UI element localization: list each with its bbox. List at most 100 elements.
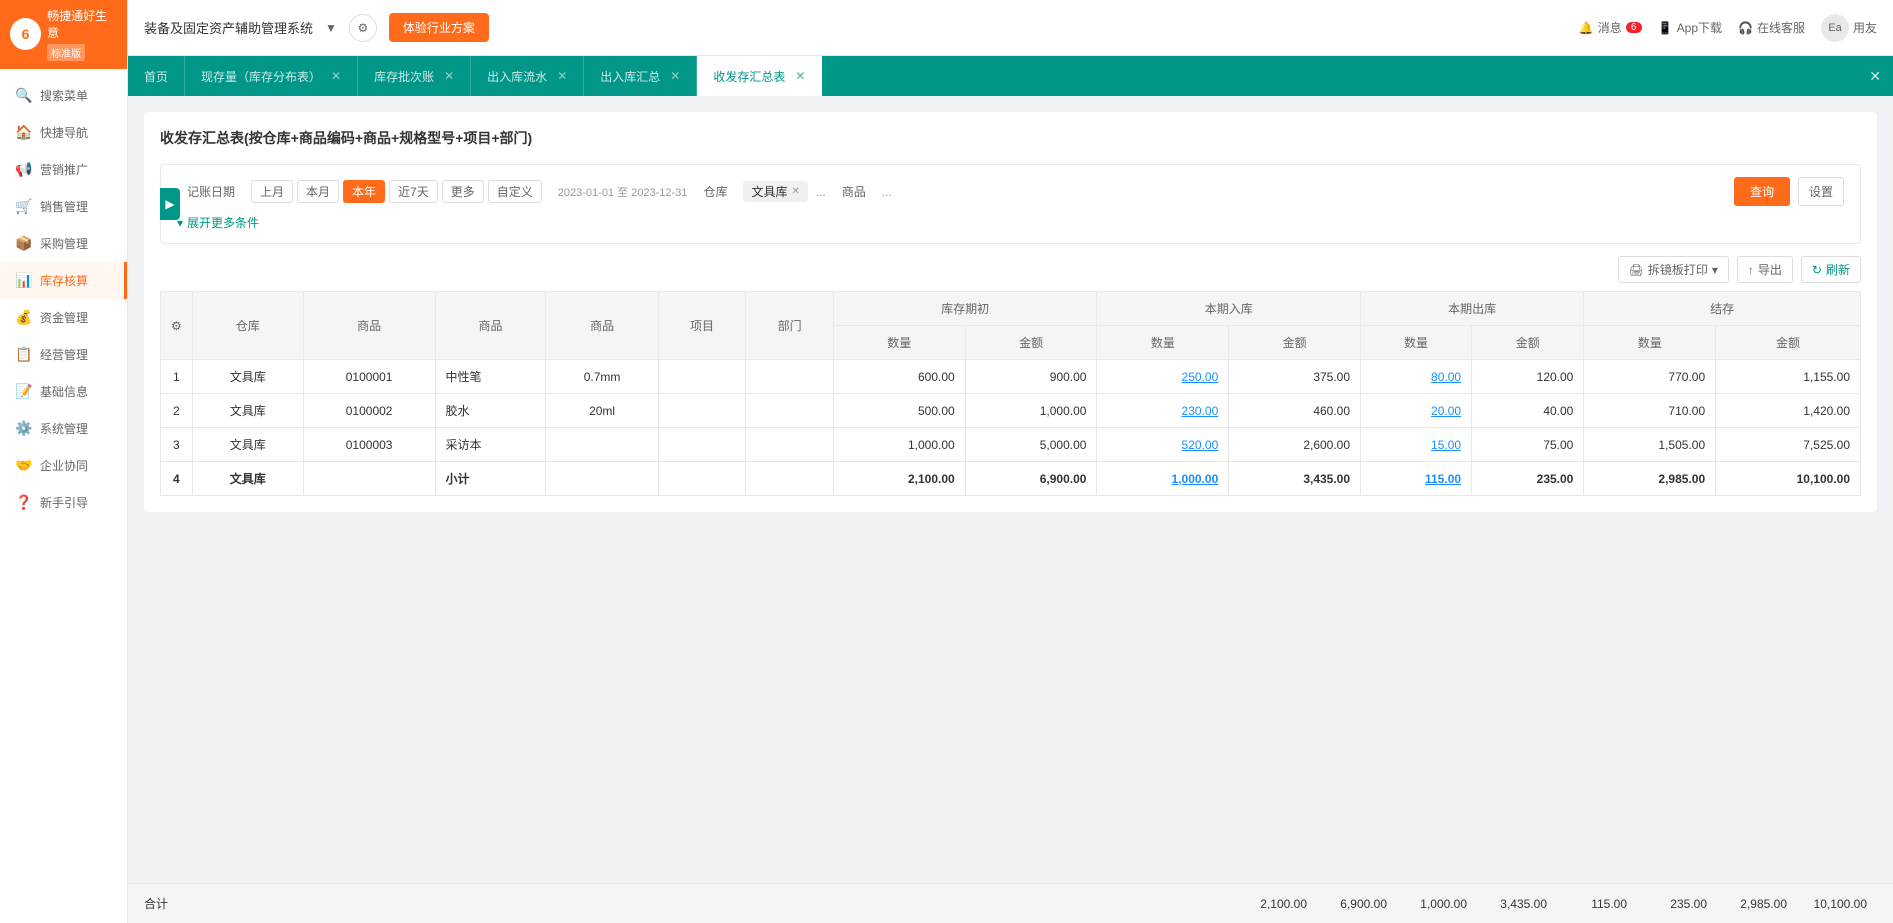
tab-receive-summary[interactable]: 收发存汇总表 ✕ bbox=[697, 56, 822, 96]
document-icon: 📝 bbox=[16, 383, 32, 399]
tab-home[interactable]: 首页 bbox=[128, 56, 185, 96]
row-bal-qty: 770.00 bbox=[1584, 360, 1716, 394]
row-out-qty[interactable]: 20.00 bbox=[1361, 394, 1472, 428]
print-btn[interactable]: 🖨 拆镜板打印 ▾ bbox=[1618, 256, 1729, 283]
total-bal-amt: 10,100.00 bbox=[1797, 897, 1877, 911]
table-row: 2 文具库 0100002 胶水 20ml 500.00 1,000.00 23… bbox=[161, 394, 1861, 428]
experience-button[interactable]: 体验行业方案 bbox=[389, 13, 489, 42]
megaphone-icon: 📢 bbox=[16, 161, 32, 177]
col-group-out: 本期出库 bbox=[1361, 292, 1584, 326]
tab-close-receive-summary[interactable]: ✕ bbox=[795, 69, 805, 83]
row-no: 3 bbox=[161, 428, 193, 462]
tab-close-inout-summary[interactable]: ✕ bbox=[670, 69, 680, 83]
subtotal-warehouse: 文具库 bbox=[192, 462, 303, 496]
sidebar-item-marketing[interactable]: 📢 营销推广 bbox=[0, 151, 127, 188]
total-bar: 合计 2,100.00 6,900.00 1,000.00 3,435.00 1… bbox=[128, 883, 1893, 923]
total-bal-qty: 2,985.00 bbox=[1717, 897, 1797, 911]
col-goods-spec-header: 商品 bbox=[546, 292, 658, 360]
chart-icon: 📊 bbox=[16, 272, 32, 288]
sidebar-item-label: 快捷导航 bbox=[40, 124, 88, 141]
col-dept-header: 部门 bbox=[746, 292, 834, 360]
subtotal-in-qty[interactable]: 1,000.00 bbox=[1097, 462, 1229, 496]
online-service-action[interactable]: 🎧 在线客服 bbox=[1738, 19, 1805, 36]
row-out-amt: 75.00 bbox=[1472, 428, 1584, 462]
warehouse-more[interactable]: ... bbox=[816, 185, 826, 199]
filter-toggle-button[interactable]: ▶ bbox=[160, 188, 180, 220]
sidebar-item-operations[interactable]: 📋 经营管理 bbox=[0, 336, 127, 373]
tab-close-inventory-dist[interactable]: ✕ bbox=[331, 69, 341, 83]
row-out-qty[interactable]: 15.00 bbox=[1361, 428, 1472, 462]
tab-inout-flow[interactable]: 出入库流水 ✕ bbox=[471, 56, 584, 96]
warehouse-tag[interactable]: 文具库 ✕ bbox=[743, 181, 807, 202]
row-warehouse: 文具库 bbox=[192, 394, 303, 428]
tab-close-batch-account[interactable]: ✕ bbox=[444, 69, 454, 83]
logo-title: 畅捷通好生意 bbox=[47, 8, 117, 42]
sidebar-item-basic-info[interactable]: 📝 基础信息 bbox=[0, 373, 127, 410]
sidebar-item-inventory[interactable]: 📊 库存核算 bbox=[0, 262, 127, 299]
sidebar-item-finance[interactable]: 💰 资金管理 bbox=[0, 299, 127, 336]
sidebar-item-label: 新手引导 bbox=[40, 494, 88, 511]
row-in-qty[interactable]: 520.00 bbox=[1097, 428, 1229, 462]
sidebar-item-label: 系统管理 bbox=[40, 420, 88, 437]
date-btn-more[interactable]: 更多 bbox=[442, 180, 484, 203]
sidebar-item-sales[interactable]: 🛒 销售管理 bbox=[0, 188, 127, 225]
bell-icon: 🔔 bbox=[1579, 21, 1594, 35]
date-btn-last-month[interactable]: 上月 bbox=[251, 180, 293, 203]
refresh-icon: ↻ bbox=[1812, 263, 1822, 277]
app-download-action[interactable]: 📱 App下载 bbox=[1658, 19, 1722, 36]
total-out-qty: 115.00 bbox=[1557, 897, 1637, 911]
subtotal-name: 小计 bbox=[435, 462, 546, 496]
subtotal-no: 4 bbox=[161, 462, 193, 496]
subtotal-open-qty: 2,100.00 bbox=[833, 462, 965, 496]
filter-settings-button[interactable]: 设置 bbox=[1798, 177, 1844, 206]
tab-inventory-dist[interactable]: 现存量（库存分布表） ✕ bbox=[185, 56, 358, 96]
settings-button[interactable]: ⚙ bbox=[349, 14, 377, 42]
sidebar-item-quick-nav[interactable]: 🏠 快捷导航 bbox=[0, 114, 127, 151]
sidebar-item-label: 搜索菜单 bbox=[40, 87, 88, 104]
total-label: 合计 bbox=[144, 895, 168, 912]
row-bal-qty: 710.00 bbox=[1584, 394, 1716, 428]
sidebar-item-enterprise[interactable]: 🤝 企业协同 bbox=[0, 447, 127, 484]
date-btn-custom[interactable]: 自定义 bbox=[488, 180, 542, 203]
gear-icon: ⚙️ bbox=[16, 420, 32, 436]
row-code: 0100001 bbox=[303, 360, 435, 394]
total-in-amt: 3,435.00 bbox=[1477, 897, 1557, 911]
system-name: 装备及固定资产辅助管理系统 bbox=[144, 18, 313, 37]
filter-actions: 查询 设置 bbox=[1734, 177, 1844, 206]
col-settings: ⚙ bbox=[161, 292, 193, 360]
query-button[interactable]: 查询 bbox=[1734, 177, 1790, 206]
warehouse-filter-label: 仓库 bbox=[703, 183, 727, 200]
row-in-qty[interactable]: 250.00 bbox=[1097, 360, 1229, 394]
row-out-qty[interactable]: 80.00 bbox=[1361, 360, 1472, 394]
date-range-display: 2023-01-01 至 2023-12-31 bbox=[558, 184, 688, 200]
total-out-amt: 235.00 bbox=[1637, 897, 1717, 911]
row-in-amt: 375.00 bbox=[1229, 360, 1361, 394]
sidebar-item-guide[interactable]: ❓ 新手引导 bbox=[0, 484, 127, 521]
subtotal-bal-amt: 10,100.00 bbox=[1716, 462, 1861, 496]
row-open-qty: 600.00 bbox=[833, 360, 965, 394]
subtotal-out-qty[interactable]: 115.00 bbox=[1361, 462, 1472, 496]
message-action[interactable]: 🔔 消息 6 bbox=[1579, 19, 1642, 36]
expand-more-btn[interactable]: ▾ 展开更多条件 bbox=[177, 214, 1844, 231]
sidebar-item-purchase[interactable]: 📦 采购管理 bbox=[0, 225, 127, 262]
tab-batch-account[interactable]: 库存批次账 ✕ bbox=[358, 56, 471, 96]
export-btn[interactable]: ↑ 导出 bbox=[1737, 256, 1793, 283]
sidebar-item-search[interactable]: 🔍 搜索菜单 bbox=[0, 77, 127, 114]
date-btn-this-year[interactable]: 本年 bbox=[343, 180, 385, 203]
date-btn-7days[interactable]: 近7天 bbox=[389, 180, 438, 203]
filter-section: ▶ 记账日期 上月 本月 本年 近7天 更多 自定义 2023-01-01 至 … bbox=[160, 164, 1861, 244]
close-all-tabs[interactable]: ✕ bbox=[1857, 68, 1893, 85]
goods-more[interactable]: ... bbox=[882, 185, 892, 199]
sidebar-item-system[interactable]: ⚙️ 系统管理 bbox=[0, 410, 127, 447]
date-btn-this-month[interactable]: 本月 bbox=[297, 180, 339, 203]
tab-close-inout-flow[interactable]: ✕ bbox=[557, 69, 567, 83]
table-toolbar: 🖨 拆镜板打印 ▾ ↑ 导出 ↻ 刷新 bbox=[160, 256, 1861, 283]
logo-tag: 标准版 bbox=[47, 44, 85, 61]
user-action[interactable]: Ea 用友 bbox=[1821, 14, 1877, 42]
system-dropdown[interactable]: ▼ bbox=[325, 21, 337, 35]
warehouse-tag-remove[interactable]: ✕ bbox=[791, 186, 799, 197]
sidebar-item-label: 企业协同 bbox=[40, 457, 88, 474]
row-in-qty[interactable]: 230.00 bbox=[1097, 394, 1229, 428]
tab-inout-summary[interactable]: 出入库汇总 ✕ bbox=[584, 56, 697, 96]
refresh-btn[interactable]: ↻ 刷新 bbox=[1801, 256, 1861, 283]
